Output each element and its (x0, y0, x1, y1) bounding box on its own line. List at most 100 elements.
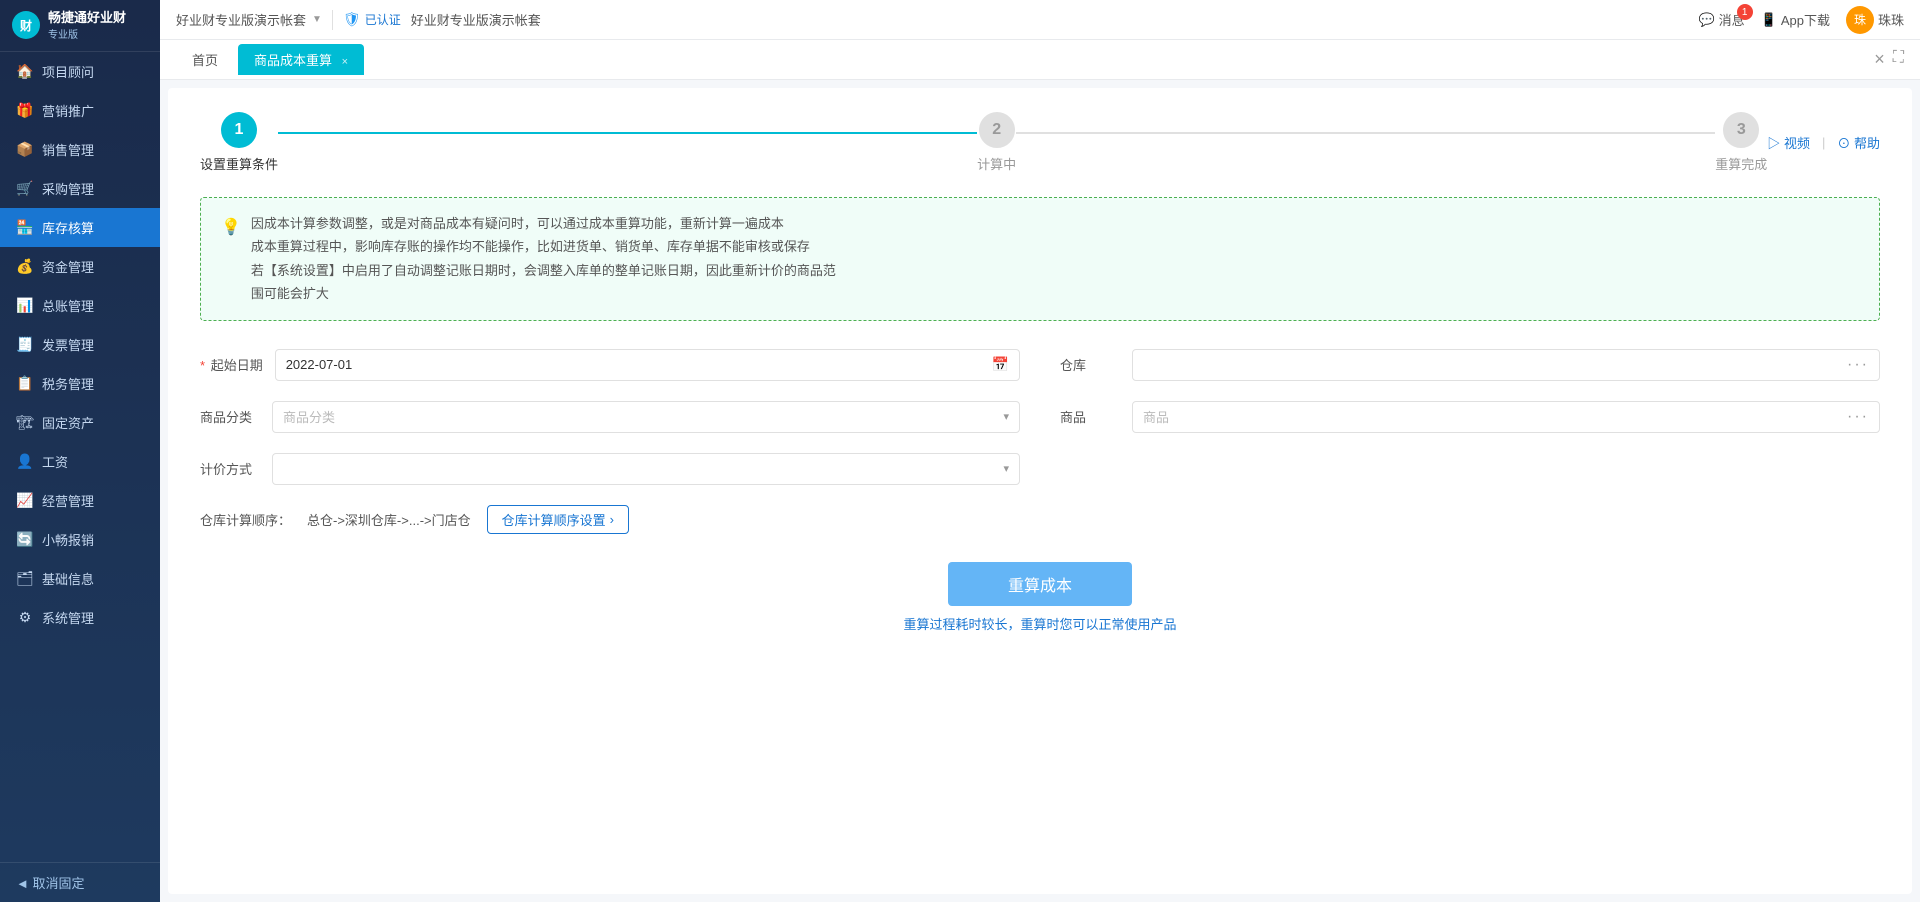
submit-area: 重算成本 重算过程耗时较长，重算时您可以正常使用产品 (200, 562, 1880, 633)
pricing-row: 计价方式 ▾ (200, 453, 1020, 485)
tab-window-controls: × ⛶ (1874, 49, 1904, 70)
sidebar-item-finance[interactable]: 💰 资金管理 (0, 247, 160, 286)
account-selector[interactable]: 好业财专业版演示帐套 ▼ (176, 10, 322, 29)
start-date-label: * 起始日期 (200, 355, 263, 374)
sidebar-item-inventory[interactable]: 🏪 库存核算 (0, 208, 160, 247)
expand-icon[interactable]: ⛶ (1893, 49, 1904, 70)
start-date-row: * 起始日期 2022-07-01 📅 (200, 349, 1020, 381)
pricing-label: 计价方式 (200, 459, 260, 478)
step-3: 3 重算完成 (1715, 112, 1767, 173)
play-icon: ▷ (1767, 136, 1780, 151)
inventory-icon: 🏪 (16, 219, 34, 236)
step-1: 1 设置重算条件 (200, 112, 278, 173)
step-3-circle: 3 (1723, 112, 1759, 148)
sidebar-item-expense[interactable]: 🔄 小畅报销 (0, 520, 160, 559)
sidebar-item-invoice[interactable]: 🧾 发票管理 (0, 325, 160, 364)
warehouse-order-value: 总仓->深圳仓库->...->门店仓 (307, 510, 471, 529)
app-download-button[interactable]: 📱 App下载 (1761, 10, 1830, 29)
topbar: 好业财专业版演示帐套 ▼ 🛡 已认证 好业财专业版演示帐套 💬 消息 1 📱 A… (160, 0, 1920, 40)
phone-icon: 📱 (1761, 12, 1777, 28)
info-icon: 💡 (221, 214, 241, 306)
certified-label: 已认证 (365, 11, 401, 28)
sidebar-item-label: 项目顾问 (42, 62, 94, 81)
category-row: 商品分类 商品分类 ▾ (200, 401, 1020, 433)
warehouse-order-label: 仓库计算顺序： (200, 510, 291, 529)
topbar-right: 💬 消息 1 📱 App下载 珠 珠珠 (1698, 6, 1904, 34)
tab-home-label: 首页 (192, 53, 218, 68)
sidebar-item-label: 基础信息 (42, 569, 94, 588)
start-date-value: 2022-07-01 (286, 357, 353, 372)
form-grid: * 起始日期 2022-07-01 📅 仓库 ··· 商品分类 (200, 349, 1880, 485)
step-2-circle: 2 (979, 112, 1015, 148)
finance-icon: 💰 (16, 258, 34, 275)
step-line-1 (278, 132, 977, 134)
info-content: 因成本计算参数调整，或是对商品成本有疑问时，可以通过成本重算功能，重新计算一遍成… (251, 212, 836, 306)
sidebar-item-tax[interactable]: 📋 税务管理 (0, 364, 160, 403)
calendar-icon[interactable]: 📅 (992, 356, 1009, 373)
warehouse-order-settings-label: 仓库计算顺序设置 (502, 510, 606, 529)
pricing-dropdown-icon: ▾ (1003, 462, 1009, 475)
sidebar-item-label: 系统管理 (42, 608, 94, 627)
app-edition: 专业版 (48, 26, 126, 41)
tab-recalc-label: 商品成本重算 (254, 53, 332, 68)
expense-icon: 🔄 (16, 531, 34, 548)
sidebar-item-label: 发票管理 (42, 335, 94, 354)
step-line-2 (1016, 132, 1715, 134)
goods-more-icon[interactable]: ··· (1847, 408, 1869, 426)
goods-row: 商品 商品 ··· (1060, 401, 1880, 433)
steps-bar: 1 设置重算条件 2 计算中 3 重算完成 ▷ 视频 | ⊙ (200, 112, 1880, 173)
sidebar-item-label: 经营管理 (42, 491, 94, 510)
sidebar-item-accounting[interactable]: 📊 总账管理 (0, 286, 160, 325)
warehouse-label: 仓库 (1060, 355, 1120, 374)
account-name: 好业财专业版演示帐套 (176, 10, 306, 29)
unpin-label: ◄ 取消固定 (16, 873, 84, 892)
sidebar-item-marketing[interactable]: 🎁 营销推广 (0, 91, 160, 130)
message-icon: 💬 (1698, 12, 1714, 28)
account-dropdown-icon: ▼ (312, 14, 322, 25)
sidebar-item-sales[interactable]: 📦 销售管理 (0, 130, 160, 169)
minimize-icon[interactable]: × (1874, 49, 1885, 70)
sidebar-item-assets[interactable]: 🏗 固定资产 (0, 403, 160, 442)
tab-home[interactable]: 首页 (176, 44, 234, 75)
pricing-input[interactable]: ▾ (272, 453, 1020, 485)
sidebar-item-basic[interactable]: 🗂 基础信息 (0, 559, 160, 598)
category-input[interactable]: 商品分类 ▾ (272, 401, 1020, 433)
certified-badge: 🛡 已认证 (343, 11, 401, 28)
start-date-input[interactable]: 2022-07-01 📅 (275, 349, 1020, 381)
sidebar-item-label: 采购管理 (42, 179, 94, 198)
system-icon: ⚙ (16, 609, 34, 626)
user-profile[interactable]: 珠 珠珠 (1846, 6, 1904, 34)
message-button[interactable]: 💬 消息 1 (1698, 10, 1744, 29)
project-icon: 🏠 (16, 63, 34, 80)
category-placeholder: 商品分类 (283, 407, 335, 426)
purchase-icon: 🛒 (16, 180, 34, 197)
basic-icon: 🗂 (16, 570, 34, 587)
video-link[interactable]: ▷ 视频 (1767, 133, 1810, 152)
step-3-label: 重算完成 (1715, 154, 1767, 173)
app-name: 畅捷通好业财 (48, 10, 126, 26)
avatar: 珠 (1846, 6, 1874, 34)
help-link[interactable]: ⊙ 帮助 (1837, 133, 1880, 152)
sidebar-item-system[interactable]: ⚙ 系统管理 (0, 598, 160, 637)
sidebar-item-label: 库存核算 (42, 218, 94, 237)
question-icon: ⊙ (1837, 136, 1850, 151)
sidebar-item-purchase[interactable]: 🛒 采购管理 (0, 169, 160, 208)
sidebar-item-ops[interactable]: 📈 经营管理 (0, 481, 160, 520)
sidebar-item-hr[interactable]: 👤 工资 (0, 442, 160, 481)
tab-close-icon[interactable]: × (342, 56, 348, 68)
recalc-hint: 重算过程耗时较长，重算时您可以正常使用产品 (200, 614, 1880, 633)
goods-input[interactable]: 商品 ··· (1132, 401, 1880, 433)
sidebar-unpin[interactable]: ◄ 取消固定 (0, 862, 160, 902)
ops-icon: 📈 (16, 492, 34, 509)
chevron-right-icon: › (610, 512, 614, 527)
sidebar-item-label: 资金管理 (42, 257, 94, 276)
step-2: 2 计算中 (977, 112, 1016, 173)
sidebar-item-project[interactable]: 🏠 项目顾问 (0, 52, 160, 91)
warehouse-order-settings-button[interactable]: 仓库计算顺序设置 › (487, 505, 629, 534)
more-icon[interactable]: ··· (1847, 356, 1869, 374)
assets-icon: 🏗 (16, 414, 34, 431)
warehouse-input[interactable]: ··· (1132, 349, 1880, 381)
main-area: 好业财专业版演示帐套 ▼ 🛡 已认证 好业财专业版演示帐套 💬 消息 1 📱 A… (160, 0, 1920, 902)
tab-recalc[interactable]: 商品成本重算 × (238, 44, 364, 75)
recalc-button[interactable]: 重算成本 (948, 562, 1132, 606)
